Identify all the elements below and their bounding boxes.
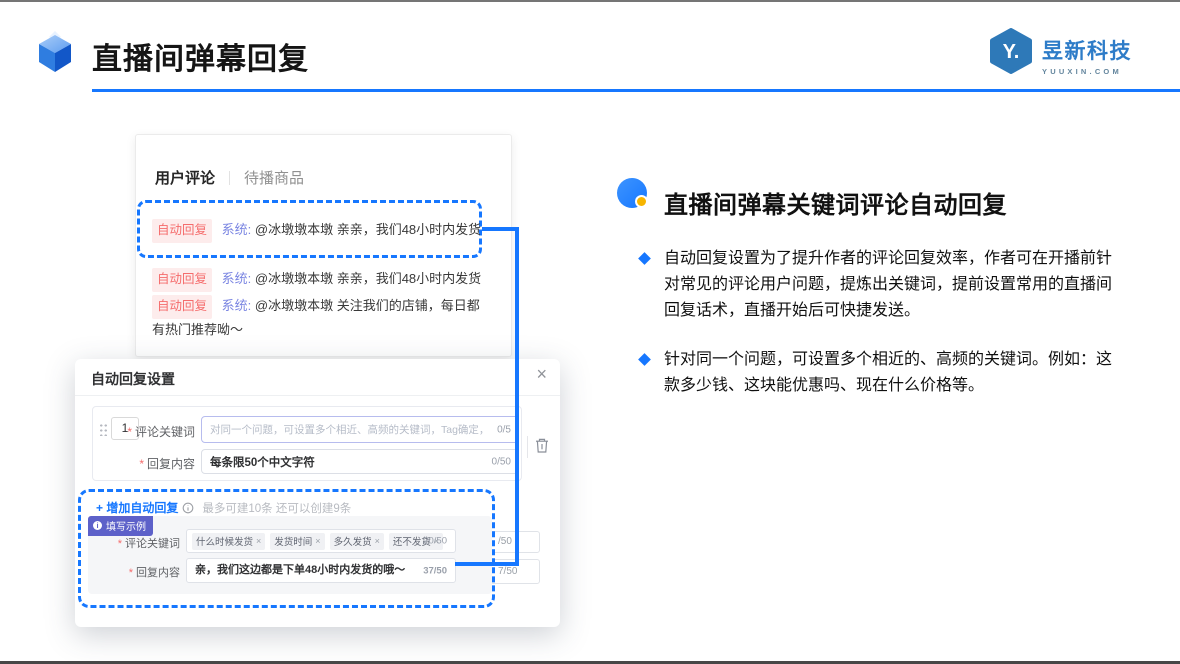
info-heading: 直播间弹幕关键词评论自动回复 [664,192,1007,219]
reply-counter: 0/50 [491,456,511,467]
comment-row: 自动回复 系统: @冰墩墩本墩 亲亲，我们48小时内发货 [152,268,481,292]
reply-field: 0/50 [201,449,519,474]
info-bullet: 针对同一个问题，可设置多个相近的、高频的关键词。例如：这款多少钱、这块能优惠吗、… [638,347,1125,399]
comment-text: @冰墩墩本墩 亲亲，我们48小时内发货 [254,271,482,286]
reply-input[interactable] [201,449,519,474]
delete-icon[interactable] [534,437,550,454]
page: 直播间弹幕回复 Y. 昱新科技 YUUXIN.COM 用户评论 待播商品 自动回… [0,0,1180,664]
modal-title: 自动回复设置 [91,371,175,387]
keyword-tag[interactable]: 发货时间 × [270,532,325,550]
example-reply-value: 亲，我们这边都是下单48小时内发货的哦～ [195,564,406,576]
yellow-dot-icon [635,195,648,208]
logo-hexagon-icon: Y. [990,28,1032,74]
required-mark: * [139,457,144,471]
connector-line [482,227,519,231]
example-badge-label: 填写示例 [106,522,146,533]
example-keyword-label: * 评论关键词 [117,538,180,550]
tag-close-icon[interactable]: × [375,536,380,546]
example-panel: i 填写示例 * 评论关键词 什么时候发货 × 发货时间 × 多久发货 × 还不发货 × … [88,516,492,594]
example-reply-label: * 回复内容 [128,567,180,579]
info-bullet: 自动回复设置为了提升作者的评论回复效率，作者可在开播前针对常见的评论用户问题，提… [638,246,1125,324]
comment-row: 自动回复 系统: @冰墩墩本墩 亲亲，我们48小时内发货 [152,219,481,243]
example-reply-counter: 37/50 [423,565,447,576]
connector-line [455,562,519,566]
add-auto-reply-row: + 增加自动回复 最多可建10条 还可以创建9条 [96,499,351,516]
required-mark: * [117,538,122,550]
badge-info-icon: i [93,521,102,530]
example-keyword-field: 什么时候发货 × 发货时间 × 多久发货 × 还不发货 × 20/50 [186,529,456,553]
company-logo: Y. 昱新科技 YUUXIN.COM [988,28,1132,76]
title-underline [92,89,1180,92]
bullet-text: 针对同一个问题，可设置多个相近的、高频的关键词。例如：这款多少钱、这块能优惠吗、… [664,351,1113,394]
bullet-text: 自动回复设置为了提升作者的评论回复效率，作者可在开播前针对常见的评论用户问题，提… [664,250,1113,319]
logo-name: 昱新科技 [1042,40,1132,63]
keyword-tag[interactable]: 什么时候发货 × [192,532,266,550]
panel-separator [527,436,528,458]
auto-reply-badge: 自动回复 [152,268,213,292]
info-icon [182,502,194,514]
logo-domain: YUUXIN.COM [1042,67,1122,76]
reply-label: * 回复内容 [139,457,195,471]
add-auto-reply-hint: 最多可建10条 还可以创建9条 [202,502,352,515]
logo-mark: Y. [1003,41,1020,63]
close-icon[interactable]: × [536,364,547,385]
cube-logo-icon [39,31,71,72]
auto-reply-badge: 自动回复 [152,219,213,243]
tag-close-icon[interactable]: × [256,536,261,546]
modal-divider [75,395,560,396]
keyword-counter: 0/5 [497,424,511,435]
comment-row: 自动回复 系统: @冰墩墩本墩 关注我们的店铺，每日都有热门推荐呦～ [152,295,484,340]
comment-sender: 系统: [221,222,252,237]
comment-text: @冰墩墩本墩 亲亲，我们48小时内发货 [254,222,482,237]
keyword-input[interactable] [201,416,519,443]
tab-pending-products[interactable]: 待播商品 [244,167,304,188]
required-mark: * [127,425,132,439]
auto-reply-badge: 自动回复 [152,295,213,319]
comment-card-tabs: 用户评论 待播商品 [155,167,304,188]
keyword-label: * 评论关键词 [127,425,195,439]
keyword-field: 0/5 [201,416,519,443]
example-keyword-counter: 20/50 [423,535,447,547]
example-reply-field: 亲，我们这边都是下单48小时内发货的哦～ 37/50 [186,558,456,583]
comment-sender: 系统: [221,298,252,313]
add-auto-reply-button[interactable]: + 增加自动回复 [96,499,178,516]
tab-user-comments[interactable]: 用户评论 [155,167,215,188]
chat-bubble-icon [617,178,648,208]
comment-sender: 系统: [221,271,252,286]
example-badge: i 填写示例 [88,516,153,536]
keyword-tag[interactable]: 多久发货 × [329,532,384,550]
tab-separator [229,170,231,185]
connector-line [515,227,519,566]
required-mark: * [128,567,133,579]
tag-close-icon[interactable]: × [315,536,320,546]
page-title: 直播间弹幕回复 [92,43,309,76]
